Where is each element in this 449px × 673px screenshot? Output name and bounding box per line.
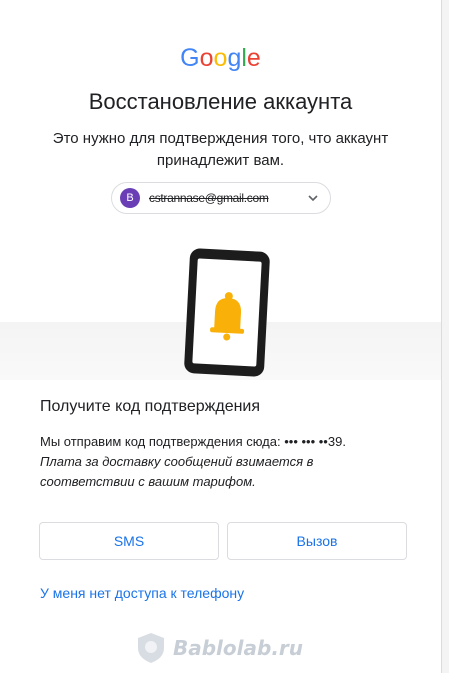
phone-icon bbox=[183, 247, 271, 378]
recovery-card: Google Восстановление аккаунта Это нужно… bbox=[0, 0, 442, 673]
watermark: Bablolab.ru bbox=[135, 628, 303, 668]
bell-icon bbox=[210, 292, 245, 341]
chevron-down-icon bbox=[308, 195, 318, 202]
window-edge bbox=[442, 0, 449, 673]
shield-icon bbox=[138, 633, 164, 663]
watermark-text: Bablolab.ru bbox=[173, 636, 304, 660]
google-logo: Google bbox=[180, 44, 261, 72]
avatar: B bbox=[120, 188, 140, 208]
sms-button[interactable]: SMS bbox=[39, 522, 219, 560]
no-phone-access-link[interactable]: У меня нет доступа к телефону bbox=[40, 585, 244, 601]
phone-illustration bbox=[0, 247, 441, 385]
account-email: cstrannase@gmail.com bbox=[149, 191, 269, 205]
account-chip[interactable]: B cstrannase@gmail.com bbox=[111, 182, 331, 214]
fee-notice: Плата за доставку сообщений взимается в … bbox=[40, 454, 314, 489]
send-code-text: Мы отправим код подтверждения сюда: ••• … bbox=[40, 434, 346, 449]
page-subtitle: Это нужно для подтверждения того, что ак… bbox=[52, 130, 389, 169]
call-button[interactable]: Вызов bbox=[227, 522, 407, 560]
verification-heading: Получите код подтверждения bbox=[40, 398, 261, 415]
verification-description: Мы отправим код подтверждения сюда: ••• … bbox=[40, 432, 400, 492]
page-title: Восстановление аккаунта bbox=[88, 89, 353, 114]
